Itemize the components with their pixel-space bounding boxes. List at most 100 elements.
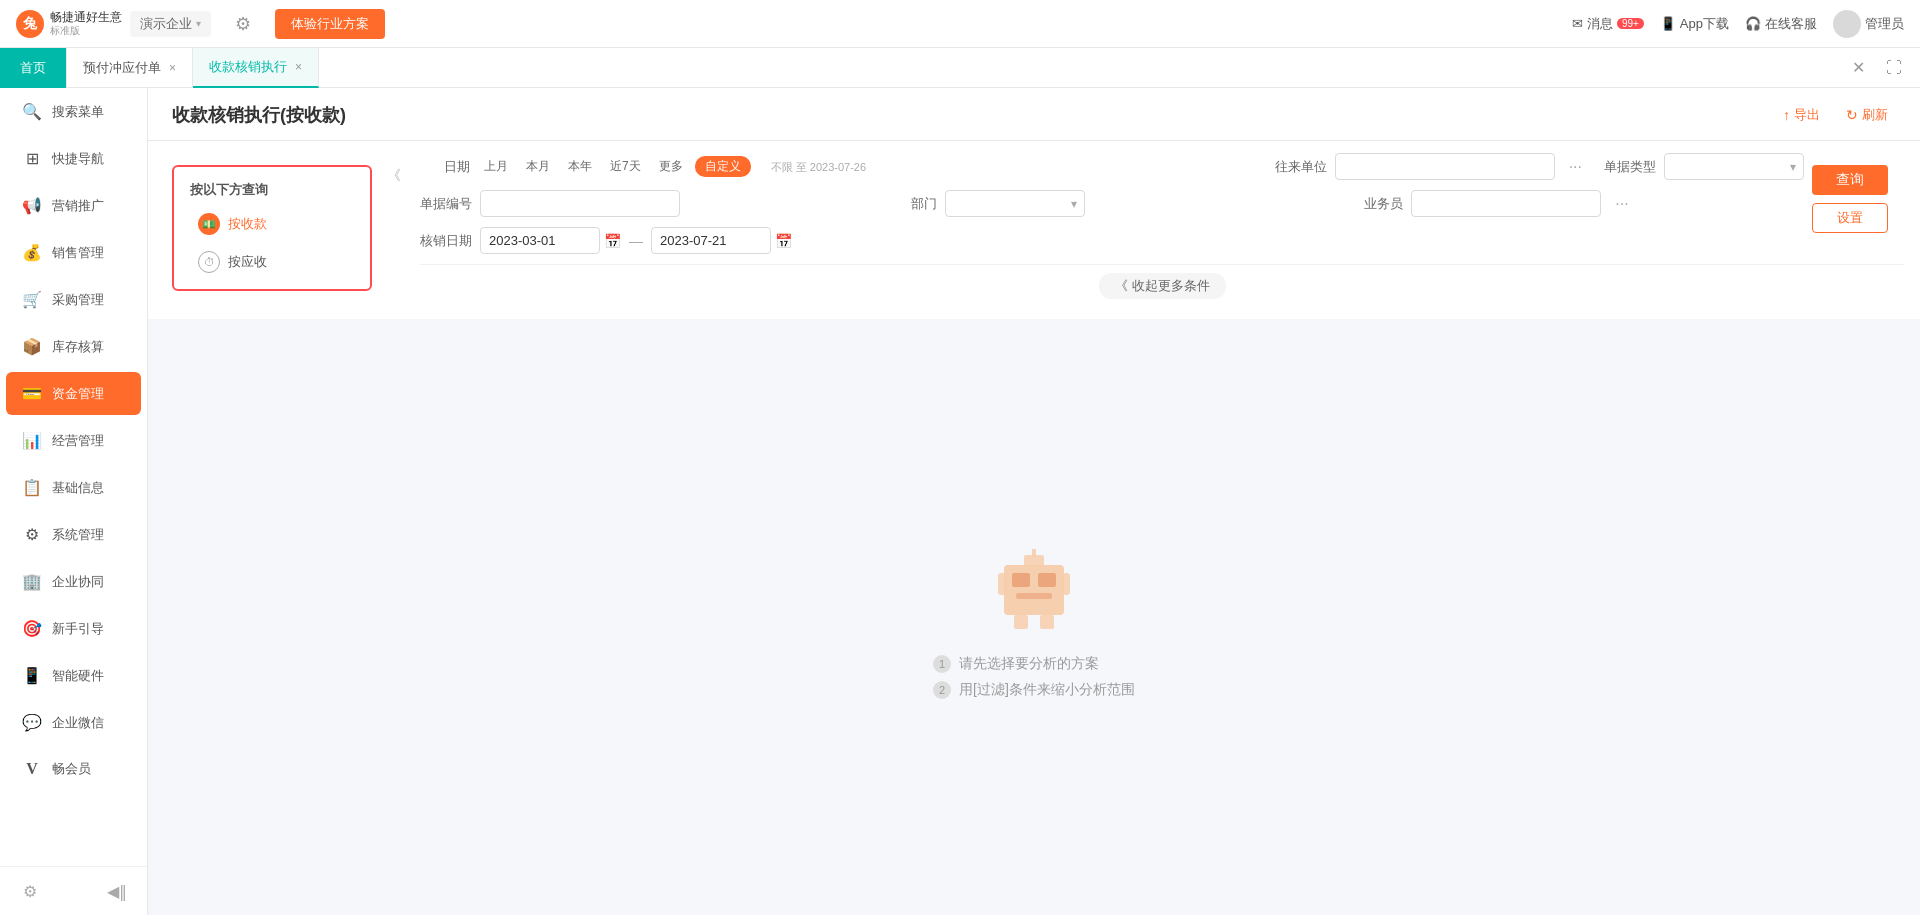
basic-info-icon: 📋 — [22, 478, 42, 497]
filter-row-docno: 单据编号 部门 — [420, 190, 1804, 217]
sidebar-item-purchase[interactable]: 🛒 采购管理 — [6, 278, 141, 321]
settings-icon[interactable]: ⚙ — [227, 8, 259, 40]
empty-state: 1 请先选择要分析的方案 2 用[过滤]条件来缩小分析范围 — [148, 319, 1920, 915]
sidebar-item-inventory[interactable]: 📦 库存核算 — [6, 325, 141, 368]
date-btn-7days[interactable]: 近7天 — [604, 156, 647, 177]
query-btn[interactable]: 查询 — [1812, 165, 1888, 195]
sidebar-item-marketing[interactable]: 📢 营销推广 — [6, 184, 141, 227]
company-selector[interactable]: 演示企业 ▾ — [130, 11, 211, 37]
sidebar-collapse-btn[interactable]: ◀‖ — [103, 877, 131, 905]
filter-option-by-receipt[interactable]: 💵 按收款 — [174, 205, 370, 243]
counterparty-input[interactable] — [1335, 153, 1555, 180]
tab-collection[interactable]: 收款核销执行 × — [193, 48, 319, 88]
sidebar-item-wechat-label: 企业微信 — [52, 714, 104, 732]
user-avatar — [1833, 10, 1861, 38]
user-menu[interactable]: 管理员 — [1833, 10, 1904, 38]
calendar-end-icon[interactable]: 📅 — [775, 233, 792, 249]
tab-bar: 首页 预付冲应付单 × 收款核销执行 × ✕ ⛶ — [0, 48, 1920, 88]
sidebar-item-quick-nav[interactable]: ⊞ 快捷导航 — [6, 137, 141, 180]
date-btn-custom[interactable]: 自定义 — [695, 156, 751, 177]
doc-no-input[interactable] — [480, 190, 680, 217]
finance-icon: 💳 — [22, 384, 42, 403]
tab-collection-close[interactable]: × — [295, 60, 302, 74]
tab-prepay-close[interactable]: × — [169, 61, 176, 75]
app-logo: 兔 畅捷通好生意 标准版 — [16, 10, 122, 38]
tab-home[interactable]: 首页 — [0, 48, 67, 88]
tab-prepay[interactable]: 预付冲应付单 × — [67, 48, 193, 88]
receivable-icon: ⏱ — [198, 251, 220, 273]
calendar-start-icon[interactable]: 📅 — [604, 233, 621, 249]
department-select[interactable] — [945, 190, 1085, 217]
online-service-label: 在线客服 — [1765, 15, 1817, 33]
right-action-col: 查询 设置 — [1812, 153, 1904, 245]
sidebar-item-hardware[interactable]: 📱 智能硬件 — [6, 654, 141, 697]
verification-date-start[interactable] — [480, 227, 600, 254]
search-icon: 🔍 — [22, 102, 42, 121]
app-version: 标准版 — [50, 25, 122, 36]
doc-no-col: 单据编号 — [420, 190, 871, 217]
date-btn-this-year[interactable]: 本年 — [562, 156, 598, 177]
filter-collapse-btn[interactable]: 《 — [384, 153, 404, 185]
sidebar-item-operation[interactable]: 📊 经营管理 — [6, 419, 141, 462]
verification-date-col: 核销日期 📅 — 📅 — [420, 227, 1804, 254]
message-icon: ✉ — [1572, 16, 1583, 31]
verification-date-label: 核销日期 — [420, 232, 472, 250]
sidebar-item-guide[interactable]: 🎯 新手引导 — [6, 607, 141, 650]
user-name: 管理员 — [1865, 15, 1904, 33]
hint-text-2: 用[过滤]条件来缩小分析范围 — [959, 681, 1135, 699]
filter-option-by-receipt-label: 按收款 — [228, 215, 267, 233]
filter-option-by-receivable[interactable]: ⏱ 按应收 — [174, 243, 370, 281]
sidebar-item-search[interactable]: 🔍 搜索菜单 — [6, 90, 141, 133]
date-btn-this-month[interactable]: 本月 — [520, 156, 556, 177]
grid-icon: ⊞ — [22, 149, 42, 168]
sidebar-item-basic-info[interactable]: 📋 基础信息 — [6, 466, 141, 509]
export-icon: ↑ — [1783, 107, 1790, 123]
counterparty-field: 往来单位 ··· — [882, 153, 1588, 180]
date-btn-last-month[interactable]: 上月 — [478, 156, 514, 177]
date-hint-col: 不限 至 2023-07-26 — [771, 158, 866, 175]
sidebar-item-sales-label: 销售管理 — [52, 244, 104, 262]
page-actions: ↑ 导出 ↻ 刷新 — [1775, 102, 1896, 128]
sidebar-item-system[interactable]: ⚙ 系统管理 — [6, 513, 141, 556]
hint-num-1: 1 — [933, 655, 951, 673]
filter-body: 按以下方查询 💵 按收款 ⏱ 按应收 《 — [148, 141, 1920, 319]
refresh-btn[interactable]: ↻ 刷新 — [1838, 102, 1896, 128]
app-download-btn[interactable]: 📱 App下载 — [1660, 15, 1729, 33]
online-service-btn[interactable]: 🎧 在线客服 — [1745, 15, 1817, 33]
app-download-label: App下载 — [1680, 15, 1729, 33]
date-btn-more[interactable]: 更多 — [653, 156, 689, 177]
salesperson-input[interactable] — [1411, 190, 1601, 217]
message-btn[interactable]: ✉ 消息 99+ — [1572, 15, 1644, 33]
top-bar-left: 兔 畅捷通好生意 标准版 演示企业 ▾ ⚙ 体验行业方案 — [16, 8, 1572, 40]
filter-row-verification: 核销日期 📅 — 📅 — [420, 227, 1804, 254]
sidebar-item-corp-collab-label: 企业协同 — [52, 573, 104, 591]
sidebar-item-sales[interactable]: 💰 销售管理 — [6, 231, 141, 274]
settings-btn[interactable]: 设置 — [1812, 203, 1888, 233]
top-bar-right: ✉ 消息 99+ 📱 App下载 🎧 在线客服 管理员 — [1572, 10, 1904, 38]
sidebar-item-finance[interactable]: 💳 资金管理 — [6, 372, 141, 415]
collapse-more-label: 收起更多条件 — [1132, 277, 1210, 295]
doc-type-field: 单据类型 — [1604, 153, 1804, 180]
sidebar-item-finance-label: 资金管理 — [52, 385, 104, 403]
content-area: 收款核销执行(按收款) ↑ 导出 ↻ 刷新 按以下方查询 — [148, 88, 1920, 915]
sidebar-item-wechat[interactable]: 💬 企业微信 — [6, 701, 141, 744]
filter-fields: 日期 上月 本月 本年 近7天 更多 自定义 — [420, 153, 1804, 264]
doc-type-select[interactable] — [1664, 153, 1804, 180]
salesperson-dots[interactable]: ··· — [1609, 195, 1634, 213]
sidebar-settings-btn[interactable]: ⚙ — [16, 877, 44, 905]
export-btn[interactable]: ↑ 导出 — [1775, 102, 1828, 128]
receipt-icon: 💵 — [198, 213, 220, 235]
tab-expand-btn[interactable]: ⛶ — [1880, 54, 1908, 82]
phone-icon: 📱 — [1660, 16, 1676, 31]
verification-date-end[interactable] — [651, 227, 771, 254]
tab-close-all-btn[interactable]: ✕ — [1844, 54, 1872, 82]
industry-btn[interactable]: 体验行业方案 — [275, 9, 385, 39]
date-separator: — — [629, 233, 643, 249]
counterparty-dots[interactable]: ··· — [1563, 158, 1588, 176]
app-logo-icon: 兔 — [16, 10, 44, 38]
sidebar-item-corp-collab[interactable]: 🏢 企业协同 — [6, 560, 141, 603]
sidebar-item-member[interactable]: V 畅会员 — [6, 748, 141, 790]
collapse-more-btn[interactable]: 《 收起更多条件 — [1099, 273, 1226, 299]
filter-row-1: 日期 上月 本月 本年 近7天 更多 自定义 — [420, 153, 1904, 264]
sidebar-item-system-label: 系统管理 — [52, 526, 104, 544]
